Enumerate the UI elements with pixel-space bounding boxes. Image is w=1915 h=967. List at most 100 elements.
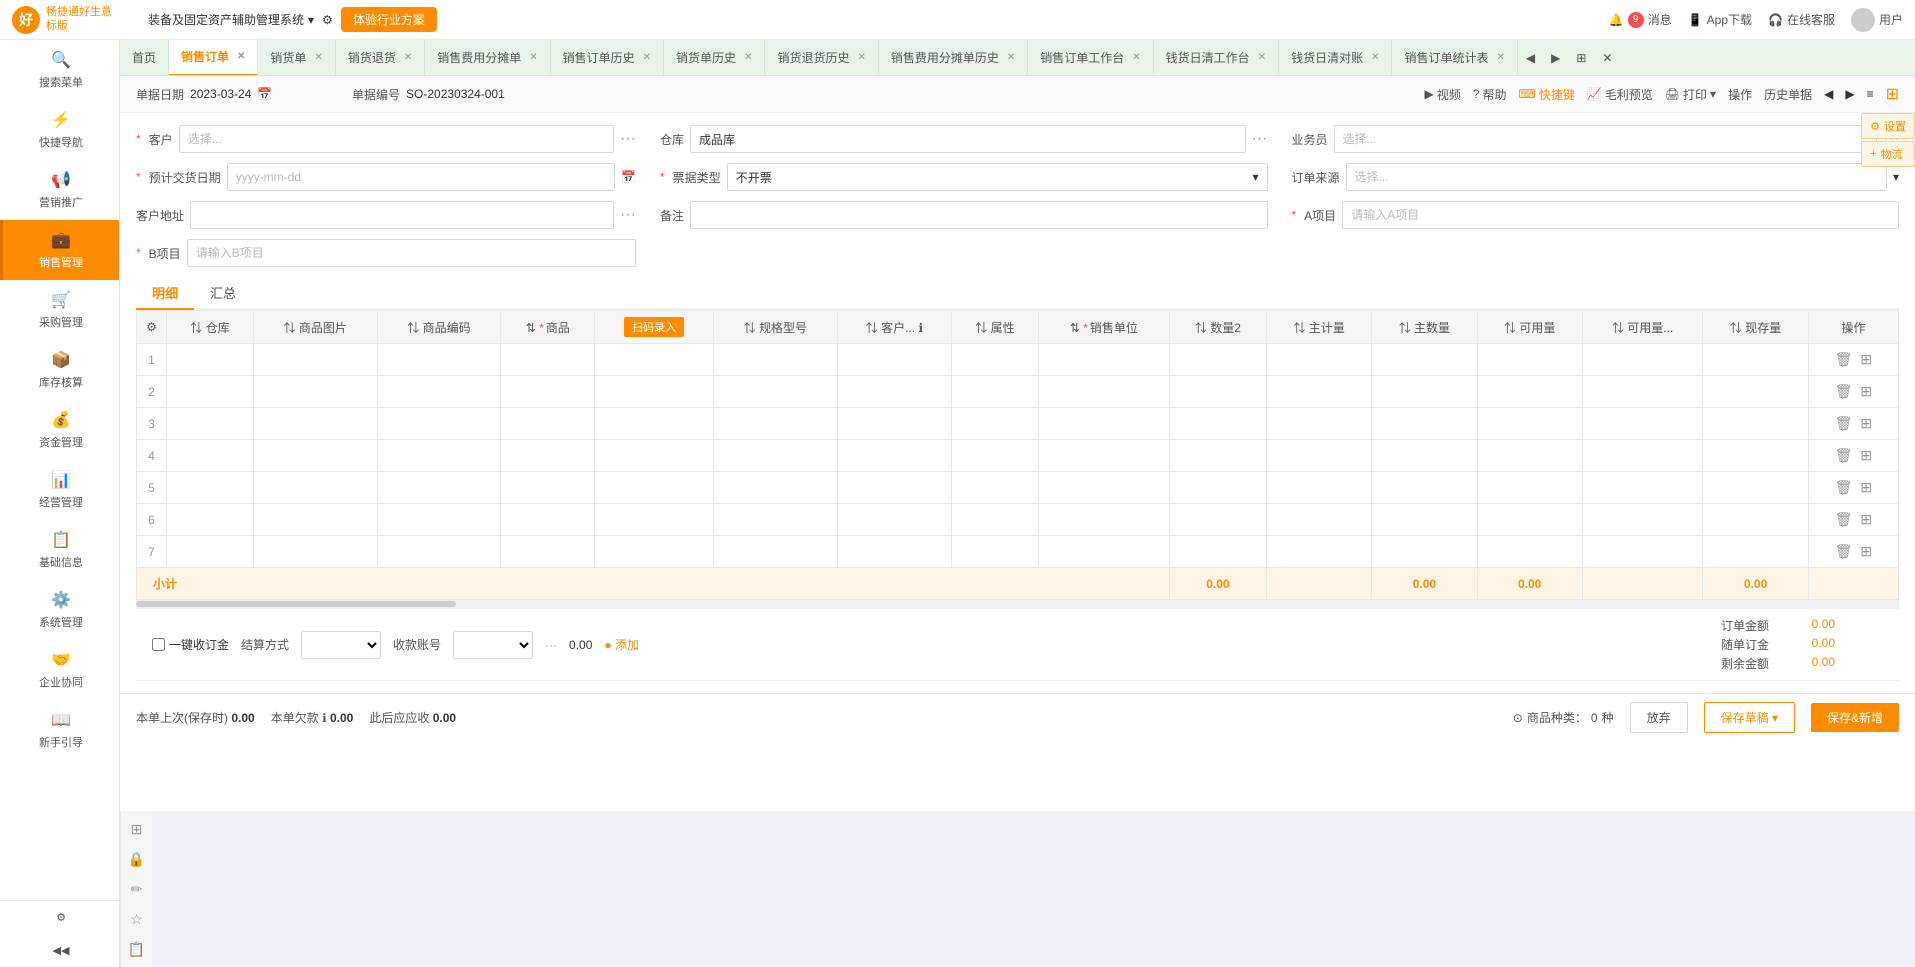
- tab-close-sales-expense[interactable]: ✕: [529, 52, 537, 63]
- tab-sales-expense[interactable]: 销售费用分摊单 ✕: [425, 40, 550, 76]
- row-2-stock[interactable]: [1703, 376, 1808, 408]
- row-3-image[interactable]: [253, 408, 377, 440]
- right-panel-grid-icon[interactable]: ⊞: [123, 815, 151, 843]
- quick-payment-checkbox[interactable]: [152, 638, 165, 651]
- sidebar-item-search[interactable]: 🔍 搜索菜单: [0, 40, 119, 100]
- right-panel-lock-icon[interactable]: 🔒: [123, 845, 151, 873]
- row-6-image[interactable]: [253, 504, 377, 536]
- row-4-image[interactable]: [253, 440, 377, 472]
- row-6-code[interactable]: [377, 504, 501, 536]
- tab-sales-order[interactable]: 销售订单 ✕: [169, 40, 258, 76]
- row-3-spec[interactable]: [713, 408, 837, 440]
- th-main-unit[interactable]: ⇅ 主计量: [1266, 311, 1371, 344]
- invoice-type-select[interactable]: 不开票 ▾: [727, 163, 1268, 191]
- row-6-customer-code[interactable]: [837, 504, 951, 536]
- row-5-qty2[interactable]: [1169, 472, 1266, 504]
- profit-btn[interactable]: 📈 毛利预览: [1587, 86, 1653, 103]
- sidebar-item-collapse[interactable]: ◀◀: [0, 934, 119, 967]
- row-6-stock[interactable]: [1703, 504, 1808, 536]
- th-settings[interactable]: ⚙: [137, 311, 167, 344]
- tab-nav-prev[interactable]: ◀: [1518, 51, 1543, 65]
- industry-btn[interactable]: 体验行业方案: [341, 7, 437, 32]
- row-1-copy-btn[interactable]: ⊞: [1858, 349, 1874, 370]
- row-5-unit[interactable]: [1038, 472, 1169, 504]
- row-1-stock[interactable]: [1703, 344, 1808, 376]
- save-draft-dropdown-icon[interactable]: ▾: [1772, 711, 1778, 725]
- customer-address-input[interactable]: [190, 201, 614, 229]
- row-2-image[interactable]: [253, 376, 377, 408]
- row-7-copy-btn[interactable]: ⊞: [1858, 541, 1874, 562]
- row-3-delete-btn[interactable]: 🗑: [1833, 413, 1855, 434]
- th-stock[interactable]: ⇅ 现存量: [1703, 311, 1808, 344]
- tab-close-return-history[interactable]: ✕: [857, 52, 865, 63]
- tab-nav-more[interactable]: ⊞: [1568, 51, 1594, 65]
- account-select[interactable]: [453, 631, 533, 659]
- tab-close-sales-return[interactable]: ✕: [404, 52, 412, 63]
- nav-next-icon[interactable]: ▶: [1845, 87, 1854, 101]
- row-3-qty2[interactable]: [1169, 408, 1266, 440]
- th-available[interactable]: ⇅ 可用量: [1477, 311, 1582, 344]
- row-4-stock[interactable]: [1703, 440, 1808, 472]
- row-4-product[interactable]: [501, 440, 595, 472]
- th-customer-code[interactable]: ⇅ 客户... ℹ: [837, 311, 951, 344]
- row-2-main-unit[interactable]: [1266, 376, 1371, 408]
- row-3-available2[interactable]: [1582, 408, 1703, 440]
- tab-sales-invoice[interactable]: 销货单 ✕: [258, 40, 335, 76]
- row-2-available[interactable]: [1477, 376, 1582, 408]
- row-6-available2[interactable]: [1582, 504, 1703, 536]
- row-6-copy-btn[interactable]: ⊞: [1858, 509, 1874, 530]
- row-5-copy-btn[interactable]: ⊞: [1858, 477, 1874, 498]
- tab-sales-return[interactable]: 销货退货 ✕: [336, 40, 425, 76]
- row-1-available2[interactable]: [1582, 344, 1703, 376]
- row-3-unit[interactable]: [1038, 408, 1169, 440]
- row-1-attribute[interactable]: [952, 344, 1039, 376]
- table-scrollbar[interactable]: [136, 600, 1899, 608]
- add-btn[interactable]: ● 添加: [604, 636, 639, 653]
- tab-cash-reconcile[interactable]: 钱货日清对账 ✕: [1279, 40, 1392, 76]
- tab-close-order-workbench[interactable]: ✕: [1132, 52, 1140, 63]
- tab-expense-history[interactable]: 销售费用分摊单历史 ✕: [879, 40, 1028, 76]
- row-7-product[interactable]: [501, 536, 595, 568]
- row-4-warehouse[interactable]: [167, 440, 254, 472]
- save-draft-btn[interactable]: 保存草稿 ▾: [1704, 702, 1795, 733]
- row-5-attribute[interactable]: [952, 472, 1039, 504]
- row-7-stock[interactable]: [1703, 536, 1808, 568]
- row-6-product[interactable]: [501, 504, 595, 536]
- row-4-copy-btn[interactable]: ⊞: [1858, 445, 1874, 466]
- row-1-code[interactable]: [377, 344, 501, 376]
- tab-close-invoice-history[interactable]: ✕: [744, 52, 752, 63]
- row-7-available2[interactable]: [1582, 536, 1703, 568]
- th-scan[interactable]: 扫码录入: [595, 311, 714, 344]
- row-1-warehouse[interactable]: [167, 344, 254, 376]
- warehouse-more-icon[interactable]: ···: [1252, 130, 1268, 148]
- row-6-delete-btn[interactable]: 🗑: [1833, 509, 1855, 530]
- row-4-code[interactable]: [377, 440, 501, 472]
- row-3-code[interactable]: [377, 408, 501, 440]
- order-source-dropdown-icon[interactable]: ▾: [1893, 170, 1899, 184]
- grid-view-icon[interactable]: ⊞: [1886, 84, 1899, 104]
- row-2-qty2[interactable]: [1169, 376, 1266, 408]
- tab-close-sales-order-history[interactable]: ✕: [643, 52, 651, 63]
- row-5-available[interactable]: [1477, 472, 1582, 504]
- notification-bell[interactable]: 🔔 9 消息: [1609, 11, 1672, 28]
- row-4-main-qty[interactable]: [1372, 440, 1477, 472]
- right-panel-edit-icon[interactable]: ✏: [123, 875, 151, 903]
- row-7-image[interactable]: [253, 536, 377, 568]
- row-5-main-unit[interactable]: [1266, 472, 1371, 504]
- row-6-attribute[interactable]: [952, 504, 1039, 536]
- tab-invoice-history[interactable]: 销货单历史 ✕: [664, 40, 765, 76]
- tab-order-workbench[interactable]: 销售订单工作台 ✕: [1028, 40, 1153, 76]
- row-6-warehouse[interactable]: [167, 504, 254, 536]
- row-4-customer-code[interactable]: [837, 440, 951, 472]
- row-7-attribute[interactable]: [952, 536, 1039, 568]
- sidebar-item-settings[interactable]: ⚙: [0, 901, 119, 934]
- row-1-delete-btn[interactable]: 🗑: [1833, 349, 1855, 370]
- sidebar-item-purchase[interactable]: 🛒 采购管理: [0, 280, 119, 340]
- row-5-warehouse[interactable]: [167, 472, 254, 504]
- row-2-delete-btn[interactable]: 🗑: [1833, 381, 1855, 402]
- row-4-delete-btn[interactable]: 🗑: [1833, 445, 1855, 466]
- sidebar-item-basic-info[interactable]: 📋 基础信息: [0, 520, 119, 580]
- row-3-product[interactable]: [501, 408, 595, 440]
- row-1-available[interactable]: [1477, 344, 1582, 376]
- right-panel-star-icon[interactable]: ☆: [123, 905, 151, 933]
